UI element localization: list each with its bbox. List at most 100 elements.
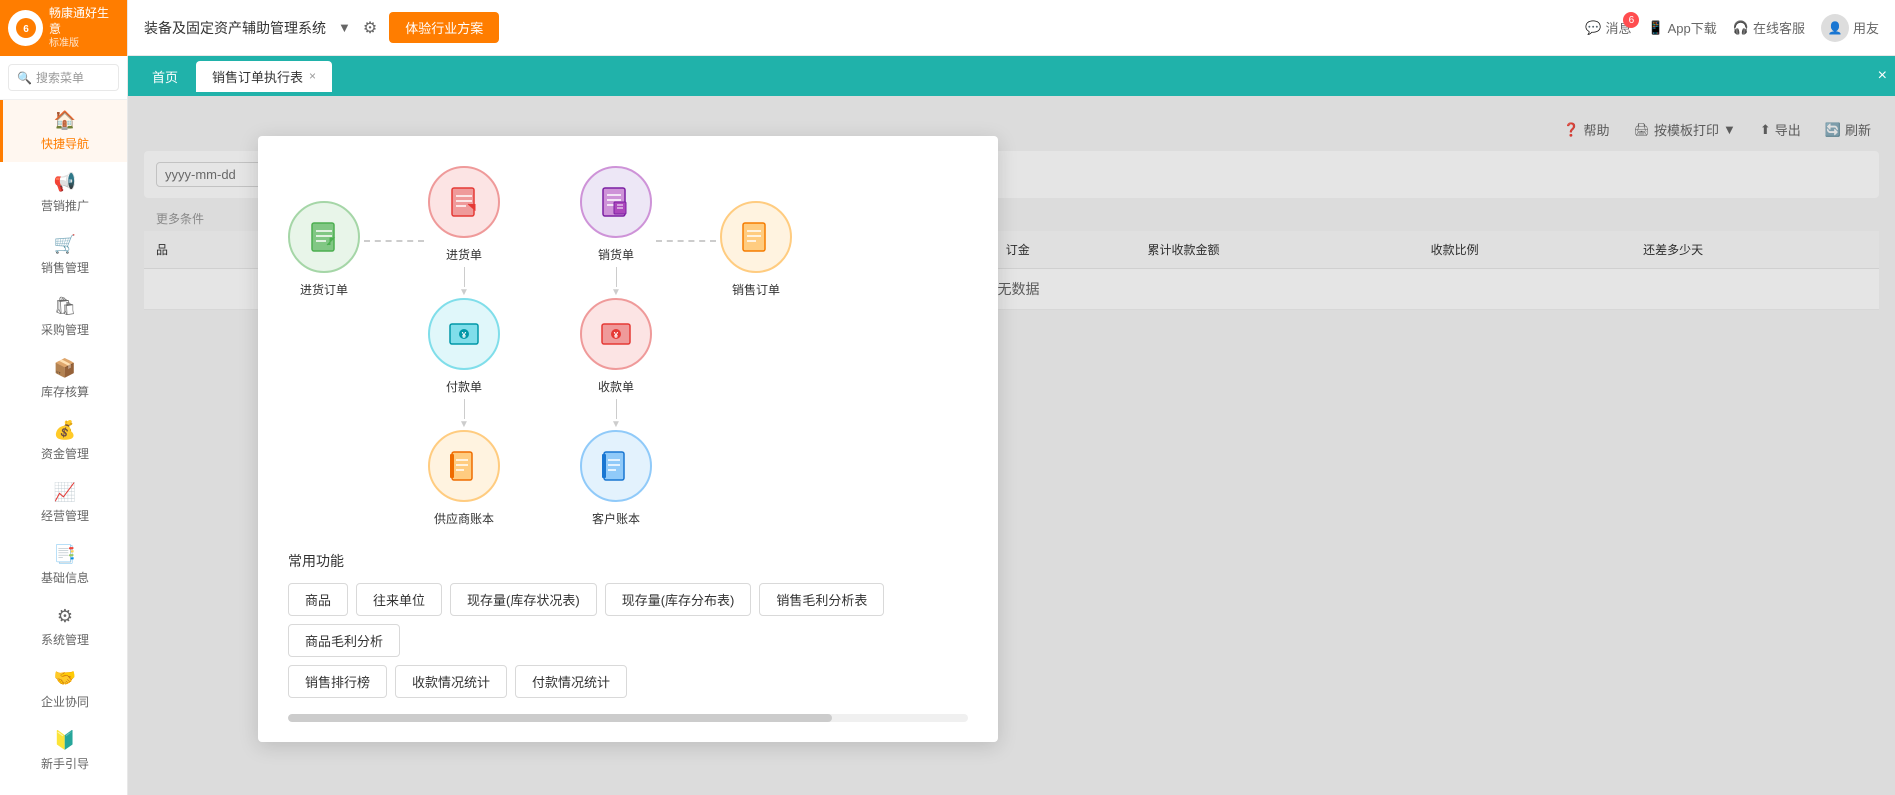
sidebar-item-system[interactable]: ⚙ 系统管理 bbox=[0, 596, 127, 658]
sidebar-item-operations[interactable]: 📈 经营管理 bbox=[0, 472, 127, 534]
search-icon: 🔍 bbox=[17, 71, 32, 85]
arrow-purchase-to-payment: ▼ bbox=[459, 267, 469, 298]
sales-icon: 🛒 bbox=[54, 234, 76, 255]
node-sales-slip[interactable]: 销货单 bbox=[580, 166, 652, 263]
home-icon: 🏠 bbox=[54, 110, 76, 131]
arrow-payment-to-supplier: ▼ bbox=[459, 399, 469, 430]
node-sales-order[interactable]: 销售订单 bbox=[720, 201, 792, 298]
payment-slip-label: 付款单 bbox=[446, 378, 482, 395]
arrow-purchase-order-to-slip bbox=[364, 240, 424, 270]
sales-order-label: 销售订单 bbox=[732, 281, 780, 298]
user-menu[interactable]: 👤 用友 bbox=[1821, 14, 1879, 42]
purchase-slip-label: 进货单 bbox=[446, 246, 482, 263]
tab-home[interactable]: 首页 bbox=[136, 61, 194, 92]
purchase-order-circle bbox=[288, 201, 360, 273]
logo-icon: 6 bbox=[8, 10, 43, 46]
common-functions-section: 常用功能 商品 往来单位 现存量(库存状况表) 现存量(库存分布表) 销售毛利分… bbox=[288, 551, 968, 698]
btn-sales-profit-analysis[interactable]: 销售毛利分析表 bbox=[759, 583, 884, 616]
avatar: 👤 bbox=[1821, 14, 1849, 42]
service-icon: 🎧 bbox=[1733, 20, 1749, 36]
btn-product[interactable]: 商品 bbox=[288, 583, 348, 616]
inventory-icon: 📦 bbox=[54, 358, 76, 379]
node-receipt-slip[interactable]: ¥ 收款单 bbox=[580, 298, 652, 395]
sidebar-nav: 🏠 快捷导航 📢 营销推广 🛒 销售管理 🛍 采购管理 📦 库存核算 💰 bbox=[0, 100, 127, 795]
col-purchase-order: 进货订单 bbox=[288, 201, 360, 298]
supplier-ledger-circle bbox=[428, 430, 500, 502]
guide-icon: 🔰 bbox=[54, 730, 76, 751]
popup-scrollbar[interactable] bbox=[288, 714, 968, 722]
btn-payment-stats[interactable]: 付款情况统计 bbox=[515, 665, 627, 698]
svg-text:6: 6 bbox=[23, 24, 29, 35]
common-buttons-row2: 销售排行榜 收款情况统计 付款情况统计 bbox=[288, 665, 968, 698]
node-purchase-order[interactable]: 进货订单 bbox=[288, 201, 360, 298]
btn-stock-distribution[interactable]: 现存量(库存分布表) bbox=[605, 583, 752, 616]
receipt-slip-label: 收款单 bbox=[598, 378, 634, 395]
sales-slip-circle bbox=[580, 166, 652, 238]
btn-receipt-stats[interactable]: 收款情况统计 bbox=[395, 665, 507, 698]
arrow-sales-to-receipt: ▼ bbox=[611, 267, 621, 298]
node-customer-ledger[interactable]: 客户账本 bbox=[580, 430, 652, 527]
purchase-order-label: 进货订单 bbox=[300, 281, 348, 298]
operations-icon: 📈 bbox=[54, 482, 76, 503]
content-area: ❓ 帮助 🖨 按模板打印 ▼ ⬆ 导出 🔄 刷新 bbox=[128, 96, 1895, 795]
sidebar-item-inventory[interactable]: 📦 库存核算 bbox=[0, 348, 127, 410]
basic-info-icon: 📑 bbox=[54, 544, 76, 565]
workflow-row3: 供应商账本 bbox=[288, 430, 968, 527]
app-container: 6 畅康通好生意 标准版 🔍 搜索菜单 🏠 快捷导航 📢 营销推广 � bbox=[0, 0, 1895, 795]
sidebar-item-marketing[interactable]: 📢 营销推广 bbox=[0, 162, 127, 224]
system-icon: ⚙ bbox=[57, 606, 73, 627]
col-payment-slip: ¥ 付款单 ▼ bbox=[428, 298, 500, 430]
svg-text:¥: ¥ bbox=[462, 331, 467, 340]
gear-button[interactable]: ⚙ bbox=[363, 18, 377, 38]
col-sales-slip: 销货单 ▼ bbox=[580, 166, 652, 298]
message-icon: 💬 bbox=[1585, 20, 1601, 36]
popup: 进货订单 bbox=[258, 136, 998, 742]
sidebar-item-basic-info[interactable]: 📑 基础信息 bbox=[0, 534, 127, 596]
sidebar-item-sales[interactable]: 🛒 销售管理 bbox=[0, 224, 127, 286]
header-actions: 💬 消息 6 📱 App下载 🎧 在线客服 👤 用友 bbox=[1585, 14, 1879, 42]
system-dropdown[interactable]: ▼ bbox=[338, 20, 351, 35]
online-service-button[interactable]: 🎧 在线客服 bbox=[1733, 18, 1805, 37]
message-badge: 6 bbox=[1623, 12, 1639, 28]
btn-product-profit-analysis[interactable]: 商品毛利分析 bbox=[288, 624, 400, 657]
tab-sales-order-execution[interactable]: 销售订单执行表 × bbox=[196, 61, 332, 92]
col-sales-order: 销售订单 bbox=[720, 201, 792, 298]
btn-stock-status[interactable]: 现存量(库存状况表) bbox=[450, 583, 597, 616]
purchase-icon: 🛍 bbox=[54, 296, 77, 317]
tab-close-icon[interactable]: × bbox=[309, 69, 316, 83]
try-industry-button[interactable]: 体验行业方案 bbox=[389, 12, 499, 43]
top-header: 装备及固定资产辅助管理系统 ▼ ⚙ 体验行业方案 💬 消息 6 📱 App下载 … bbox=[128, 0, 1895, 56]
customer-ledger-label: 客户账本 bbox=[592, 510, 640, 527]
finance-icon: 💰 bbox=[54, 420, 76, 441]
message-button[interactable]: 💬 消息 6 bbox=[1585, 18, 1631, 37]
tab-bar-close-icon[interactable]: × bbox=[1878, 67, 1887, 85]
download-icon: 📱 bbox=[1647, 20, 1663, 36]
btn-partners[interactable]: 往来单位 bbox=[356, 583, 442, 616]
tab-bar: 首页 销售订单执行表 × × bbox=[128, 56, 1895, 96]
sidebar-search[interactable]: 🔍 搜索菜单 bbox=[0, 56, 127, 100]
node-supplier-ledger[interactable]: 供应商账本 bbox=[428, 430, 500, 527]
node-payment-slip[interactable]: ¥ 付款单 bbox=[428, 298, 500, 395]
sidebar: 6 畅康通好生意 标准版 🔍 搜索菜单 🏠 快捷导航 📢 营销推广 � bbox=[0, 0, 128, 795]
arrow-sales-order-to-slip bbox=[656, 240, 716, 270]
common-functions-title: 常用功能 bbox=[288, 551, 968, 571]
sidebar-item-finance[interactable]: 💰 资金管理 bbox=[0, 410, 127, 472]
app-download-button[interactable]: 📱 App下载 bbox=[1647, 18, 1716, 37]
receipt-slip-circle: ¥ bbox=[580, 298, 652, 370]
search-menu-button[interactable]: 🔍 搜索菜单 bbox=[8, 64, 119, 91]
sidebar-item-home[interactable]: 🏠 快捷导航 bbox=[0, 100, 127, 162]
sidebar-logo: 6 畅康通好生意 标准版 bbox=[0, 0, 127, 56]
supplier-ledger-label: 供应商账本 bbox=[434, 510, 494, 527]
sidebar-item-purchase[interactable]: 🛍 采购管理 bbox=[0, 286, 127, 348]
sidebar-item-cooperation[interactable]: 🤝 企业协同 bbox=[0, 658, 127, 720]
popup-scrollbar-thumb bbox=[288, 714, 832, 722]
sidebar-item-guide[interactable]: 🔰 新手引导 bbox=[0, 720, 127, 782]
sales-slip-label: 销货单 bbox=[598, 246, 634, 263]
btn-sales-ranking[interactable]: 销售排行榜 bbox=[288, 665, 387, 698]
logo-text: 畅康通好生意 标准版 bbox=[49, 6, 119, 50]
purchase-slip-circle bbox=[428, 166, 500, 238]
node-purchase-slip[interactable]: 进货单 bbox=[428, 166, 500, 263]
col-purchase-slip: 进货单 ▼ bbox=[428, 166, 500, 298]
customer-ledger-circle bbox=[580, 430, 652, 502]
arrow-receipt-to-customer: ▼ bbox=[611, 399, 621, 430]
